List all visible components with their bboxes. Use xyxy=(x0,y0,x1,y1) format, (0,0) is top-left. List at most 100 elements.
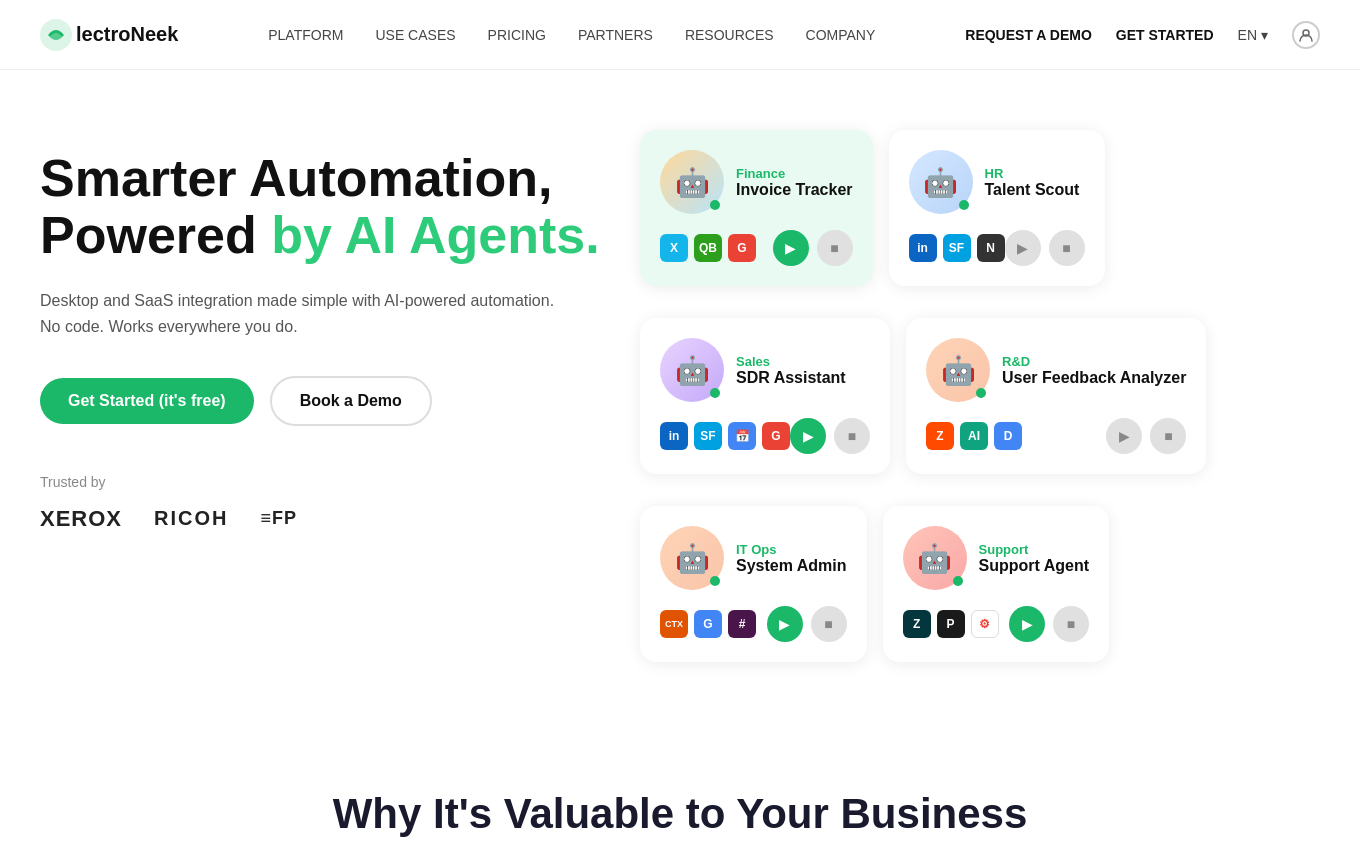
nav-partners[interactable]: PARTNERS xyxy=(578,27,653,43)
ricoh-logo: RICOH xyxy=(154,507,228,530)
nav-use-cases[interactable]: USE CASES xyxy=(375,27,455,43)
hero-description: Desktop and SaaS integration made simple… xyxy=(40,288,560,339)
nav-company[interactable]: COMPANY xyxy=(806,27,876,43)
agent-card-hr: 🤖 HR Talent Scout in SF N ▶ xyxy=(889,130,1105,286)
logo[interactable]: lectroNeek xyxy=(40,19,178,51)
sales-stop-button[interactable]: ■ xyxy=(834,418,870,454)
chrome-icon: ⚙ xyxy=(971,610,999,638)
navbar: lectroNeek PLATFORM USE CASES PRICING PA… xyxy=(0,0,1360,70)
rnd-status-dot xyxy=(976,388,986,398)
agents-row-3: 🤖 IT Ops System Admin CTX G # xyxy=(640,506,1206,662)
linkedin-icon: in xyxy=(909,234,937,262)
agent-card-support: 🤖 Support Support Agent Z P ⚙ xyxy=(883,506,1110,662)
agents-row-1: 🤖 Finance Invoice Tracker X QB G xyxy=(640,130,1206,286)
agent-card-finance: 🤖 Finance Invoice Tracker X QB G xyxy=(640,130,873,286)
salesforce-icon: SF xyxy=(943,234,971,262)
sales-name: SDR Assistant xyxy=(736,369,846,387)
finance-app-icons: X QB G xyxy=(660,234,756,262)
rnd-play-button[interactable]: ▶ xyxy=(1106,418,1142,454)
support-status-dot xyxy=(953,576,963,586)
get-started-button[interactable]: Get Started (it's free) xyxy=(40,378,254,424)
language-selector[interactable]: EN ▾ xyxy=(1238,27,1268,43)
sales-play-button[interactable]: ▶ xyxy=(790,418,826,454)
zapier-icon: Z xyxy=(926,422,954,450)
trusted-logos: XEROX RICOH ≡FP xyxy=(40,506,620,532)
itops-stop-button[interactable]: ■ xyxy=(811,606,847,642)
sales-status-dot xyxy=(710,388,720,398)
hr-app-icons: in SF N xyxy=(909,234,1005,262)
finance-stop-button[interactable]: ■ xyxy=(817,230,853,266)
sales-li-icon: in xyxy=(660,422,688,450)
citrix-icon: CTX xyxy=(660,610,688,638)
itops-category: IT Ops xyxy=(736,542,847,557)
sales-category: Sales xyxy=(736,354,846,369)
book-demo-button[interactable]: Book a Demo xyxy=(270,376,432,426)
agent-card-itops: 🤖 IT Ops System Admin CTX G # xyxy=(640,506,867,662)
support-stop-button[interactable]: ■ xyxy=(1053,606,1089,642)
trusted-label: Trusted by xyxy=(40,474,620,490)
slack-icon: # xyxy=(728,610,756,638)
support-play-button[interactable]: ▶ xyxy=(1009,606,1045,642)
ufp-logo: ≡FP xyxy=(260,508,297,529)
xerox-logo: XEROX xyxy=(40,506,122,532)
hr-controls: ▶ ■ xyxy=(1005,230,1085,266)
sales-app-icons: in SF 📅 G xyxy=(660,422,790,450)
qb-icon: QB xyxy=(694,234,722,262)
user-icon[interactable] xyxy=(1292,21,1320,49)
why-title: Why It's Valuable to Your Business xyxy=(40,790,1320,838)
nav-pricing[interactable]: PRICING xyxy=(488,27,546,43)
hr-stop-button[interactable]: ■ xyxy=(1049,230,1085,266)
itops-gcal-icon: G xyxy=(694,610,722,638)
itops-controls: ▶ ■ xyxy=(767,606,847,642)
itops-app-icons: CTX G # xyxy=(660,610,756,638)
hero-section: Smarter Automation, Powered by AI Agents… xyxy=(0,70,1360,710)
sales-gcal-icon: 📅 xyxy=(728,422,756,450)
pipedrive-icon: P xyxy=(937,610,965,638)
finance-play-button[interactable]: ▶ xyxy=(773,230,809,266)
finance-controls: ▶ ■ xyxy=(773,230,853,266)
rnd-category: R&D xyxy=(1002,354,1186,369)
sales-sf-icon: SF xyxy=(694,422,722,450)
rnd-app-icons: Z AI D xyxy=(926,422,1022,450)
doc-icon: D xyxy=(994,422,1022,450)
nav-right: REQUEST A DEMO GET STARTED EN ▾ xyxy=(965,21,1320,49)
get-started-link[interactable]: GET STARTED xyxy=(1116,27,1214,43)
support-controls: ▶ ■ xyxy=(1009,606,1089,642)
support-app-icons: Z P ⚙ xyxy=(903,610,999,638)
logo-icon xyxy=(40,19,72,51)
request-demo-link[interactable]: REQUEST A DEMO xyxy=(965,27,1092,43)
hero-title: Smarter Automation, Powered by AI Agents… xyxy=(40,150,620,264)
nav-platform[interactable]: PLATFORM xyxy=(268,27,343,43)
gmail-icon: G xyxy=(728,234,756,262)
sales-gmail-icon: G xyxy=(762,422,790,450)
rnd-name: User Feedback Analyzer xyxy=(1002,369,1186,387)
rnd-stop-button[interactable]: ■ xyxy=(1150,418,1186,454)
agent-card-sales: 🤖 Sales SDR Assistant in SF 📅 G xyxy=(640,318,890,474)
support-name: Support Agent xyxy=(979,557,1090,575)
notion-icon: N xyxy=(977,234,1005,262)
hero-left: Smarter Automation, Powered by AI Agents… xyxy=(40,130,620,532)
finance-name: Invoice Tracker xyxy=(736,181,853,199)
hr-name: Talent Scout xyxy=(985,181,1080,199)
hero-buttons: Get Started (it's free) Book a Demo xyxy=(40,376,620,426)
sales-controls: ▶ ■ xyxy=(790,418,870,454)
gpt-icon: AI xyxy=(960,422,988,450)
support-category: Support xyxy=(979,542,1090,557)
finance-status-dot xyxy=(710,200,720,210)
itops-play-button[interactable]: ▶ xyxy=(767,606,803,642)
hr-category: HR xyxy=(985,166,1080,181)
why-section: Why It's Valuable to Your Business Make … xyxy=(0,710,1360,859)
nav-resources[interactable]: RESOURCES xyxy=(685,27,774,43)
hr-play-button[interactable]: ▶ xyxy=(1005,230,1041,266)
finance-category: Finance xyxy=(736,166,853,181)
hr-status-dot xyxy=(959,200,969,210)
rnd-controls: ▶ ■ xyxy=(1106,418,1186,454)
itops-name: System Admin xyxy=(736,557,847,575)
xero-icon: X xyxy=(660,234,688,262)
agents-grid: 🤖 Finance Invoice Tracker X QB G xyxy=(620,130,1206,662)
logo-text: lectroNeek xyxy=(76,23,178,46)
nav-links: PLATFORM USE CASES PRICING PARTNERS RESO… xyxy=(268,27,875,43)
zendesk-icon: Z xyxy=(903,610,931,638)
agents-row-2: 🤖 Sales SDR Assistant in SF 📅 G xyxy=(640,318,1206,474)
itops-status-dot xyxy=(710,576,720,586)
